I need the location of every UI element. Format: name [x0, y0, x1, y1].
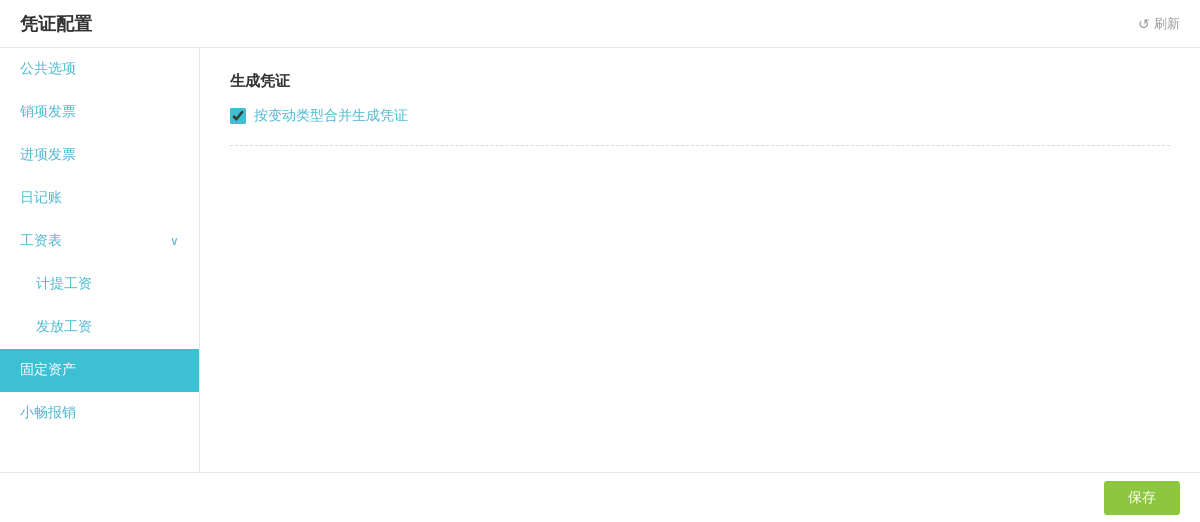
- merge-by-type-label[interactable]: 按变动类型合并生成凭证: [254, 107, 408, 125]
- sidebar-item-expense-reimburse[interactable]: 小畅报销: [0, 392, 199, 435]
- sidebar-item-sales-invoice[interactable]: 销项发票: [0, 91, 199, 134]
- sidebar-item-label-fixed-assets: 固定资产: [20, 361, 179, 379]
- main-layout: 公共选项销项发票进项发票日记账工资表∨ 计提工资发放工资固定资产小畅报销 生成凭证…: [0, 48, 1200, 472]
- sidebar-item-label-payroll-issue: 发放工资: [36, 318, 179, 336]
- page-container: 凭证配置 ↺ 刷新 公共选项销项发票进项发票日记账工资表∨ 计提工资发放工资固定资…: [0, 0, 1200, 522]
- sidebar-item-label-sales-invoice: 销项发票: [20, 103, 179, 121]
- merge-by-type-checkbox[interactable]: [230, 108, 246, 124]
- sidebar-item-label-payroll-table: 工资表: [20, 232, 170, 250]
- sidebar-item-payroll-table[interactable]: 工资表∨: [0, 220, 199, 263]
- sidebar-item-public-options[interactable]: 公共选项: [0, 48, 199, 91]
- content-area: 生成凭证 按变动类型合并生成凭证: [200, 48, 1200, 472]
- section-divider: [230, 145, 1170, 146]
- sidebar-item-payroll-issue[interactable]: 发放工资: [0, 306, 199, 349]
- refresh-button[interactable]: ↺ 刷新: [1138, 15, 1180, 33]
- chevron-down-icon: ∨: [170, 234, 179, 248]
- page-header: 凭证配置 ↺ 刷新: [0, 0, 1200, 48]
- sidebar-item-payroll-calc[interactable]: 计提工资: [0, 263, 199, 306]
- sidebar-item-fixed-assets[interactable]: 固定资产: [0, 349, 199, 392]
- section-title: 生成凭证: [230, 72, 1170, 91]
- checkbox-row: 按变动类型合并生成凭证: [230, 107, 1170, 125]
- sidebar-item-label-journal: 日记账: [20, 189, 179, 207]
- refresh-icon: ↺: [1138, 16, 1150, 32]
- refresh-label: 刷新: [1154, 15, 1180, 33]
- sidebar-item-label-payroll-calc: 计提工资: [36, 275, 179, 293]
- sidebar-item-journal[interactable]: 日记账: [0, 177, 199, 220]
- save-button[interactable]: 保存: [1104, 481, 1180, 515]
- page-title: 凭证配置: [20, 12, 92, 36]
- sidebar: 公共选项销项发票进项发票日记账工资表∨ 计提工资发放工资固定资产小畅报销: [0, 48, 200, 472]
- sidebar-item-label-public-options: 公共选项: [20, 60, 179, 78]
- sidebar-item-purchase-invoice[interactable]: 进项发票: [0, 134, 199, 177]
- page-footer: 保存: [0, 472, 1200, 522]
- sidebar-item-label-expense-reimburse: 小畅报销: [20, 404, 179, 422]
- sidebar-item-label-purchase-invoice: 进项发票: [20, 146, 179, 164]
